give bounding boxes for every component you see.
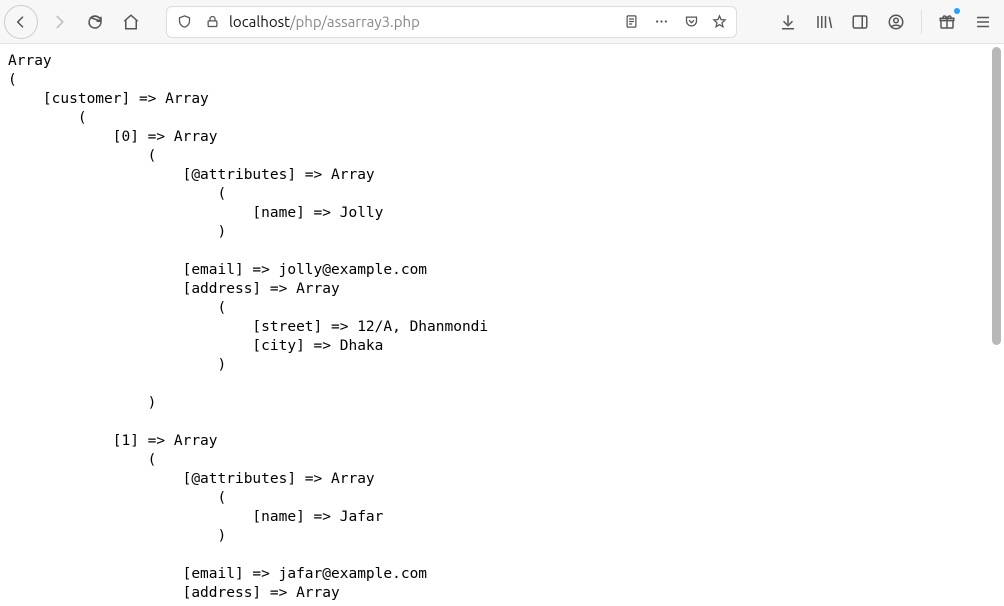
sidebar-icon <box>851 13 869 31</box>
back-icon <box>13 14 29 30</box>
url-path: /php/assarray3.php <box>290 13 420 30</box>
site-identity-button[interactable] <box>201 11 223 33</box>
back-button[interactable] <box>4 5 38 39</box>
home-button[interactable] <box>114 6 148 38</box>
forward-button[interactable] <box>42 6 76 38</box>
page-actions-button[interactable] <box>648 11 674 33</box>
account-button[interactable] <box>879 6 913 38</box>
toolbar-separator <box>921 10 922 34</box>
pocket-icon <box>684 14 699 29</box>
shield-icon <box>177 14 192 29</box>
app-menu-button[interactable] <box>966 6 1000 38</box>
reader-mode-button[interactable] <box>620 11 642 33</box>
bookmark-button[interactable] <box>708 11 730 33</box>
whats-new-button[interactable] <box>930 6 964 38</box>
home-icon <box>122 13 140 31</box>
library-button[interactable] <box>807 6 841 38</box>
url-display[interactable]: localhost/php/assarray3.php <box>229 13 614 30</box>
vertical-scrollbar-thumb[interactable] <box>992 47 1001 345</box>
hamburger-menu-icon <box>974 13 992 31</box>
downloads-icon <box>779 13 797 31</box>
page-actions-icon <box>654 14 669 29</box>
lock-icon <box>205 14 220 29</box>
forward-icon <box>50 13 68 31</box>
account-icon <box>887 13 905 31</box>
browser-toolbar: localhost/php/assarray3.php <box>0 0 1004 44</box>
library-icon <box>815 13 833 31</box>
reload-button[interactable] <box>78 6 112 38</box>
php-print-r-output: Array ( [customer] => Array ( [0] => Arr… <box>0 44 988 606</box>
page-viewport: Array ( [customer] => Array ( [0] => Arr… <box>0 44 1004 606</box>
url-host: localhost <box>229 13 290 30</box>
reload-icon <box>86 13 104 31</box>
address-bar[interactable]: localhost/php/assarray3.php <box>166 6 737 38</box>
page-content: Array ( [customer] => Array ( [0] => Arr… <box>0 44 988 606</box>
reader-icon <box>624 14 639 29</box>
whats-new-icon <box>938 13 956 31</box>
bookmark-star-icon <box>712 14 727 29</box>
pocket-button[interactable] <box>680 11 702 33</box>
tracking-protection-button[interactable] <box>173 11 195 33</box>
sidebar-button[interactable] <box>843 6 877 38</box>
downloads-button[interactable] <box>771 6 805 38</box>
